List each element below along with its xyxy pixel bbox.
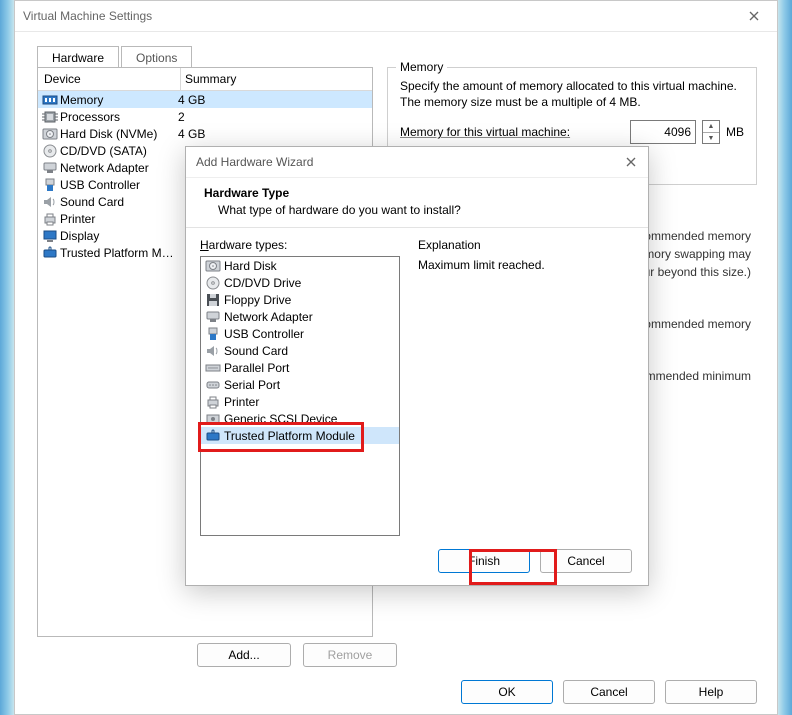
hardware-type-row[interactable]: Network Adapter [201,308,399,325]
memory-input[interactable] [630,120,696,144]
close-icon[interactable] [739,6,769,26]
sound-icon [205,343,221,359]
hardware-type-row[interactable]: Parallel Port [201,359,399,376]
hdd-icon [205,258,221,274]
hardware-type-row[interactable]: Generic SCSI Device [201,410,399,427]
wizard-cancel-button[interactable]: Cancel [540,549,632,573]
hardware-type-row[interactable]: Trusted Platform Module [201,427,399,444]
cd-icon [42,143,58,159]
device-name: Printer [60,212,174,226]
device-name: Display [60,229,174,243]
hardware-type-row[interactable]: Floppy Drive [201,291,399,308]
parallel-icon [205,360,221,376]
printer-icon [205,394,221,410]
device-name: Network Adapter [60,161,174,175]
hdd-icon [42,126,58,142]
usb-icon [42,177,58,193]
network-icon [42,160,58,176]
settings-titlebar: Virtual Machine Settings [15,1,777,32]
device-row[interactable]: Memory4 GB [38,91,372,108]
memory-icon [42,92,58,108]
device-row[interactable]: Processors2 [38,108,372,125]
ok-button[interactable]: OK [461,680,553,704]
hardware-types-list[interactable]: Hard Disk CD/DVD Drive Floppy Drive Network… [200,256,400,536]
hardware-type-row[interactable]: USB Controller [201,325,399,342]
device-name: CD/DVD (SATA) [60,144,174,158]
device-summary: 2 [174,110,372,124]
remove-button: Remove [303,643,397,667]
cd-icon [205,275,221,291]
hardware-type-row[interactable]: Serial Port [201,376,399,393]
device-name: Hard Disk (NVMe) [60,127,174,141]
scsi-icon [205,411,221,427]
sound-icon [42,194,58,210]
tab-options[interactable]: Options [121,46,192,69]
wizard-titlebar: Add Hardware Wizard [186,147,648,178]
wizard-title: Add Hardware Wizard [196,155,313,169]
wizard-sub: What type of hardware do you want to ins… [204,203,630,217]
printer-icon [42,211,58,227]
hardware-type-name: Parallel Port [224,361,289,375]
hardware-type-name: Floppy Drive [224,293,291,307]
memory-legend: Memory [396,60,447,74]
tpm-icon [42,245,58,261]
cpu-icon [42,109,58,125]
hardware-type-name: Trusted Platform Module [224,429,355,443]
device-summary: 4 GB [174,93,372,107]
network-icon [205,309,221,325]
hardware-type-name: CD/DVD Drive [224,276,301,290]
hardware-type-name: Generic SCSI Device [224,412,337,426]
device-row[interactable]: Hard Disk (NVMe)4 GB [38,125,372,142]
device-name: Memory [60,93,174,107]
finish-button[interactable]: Finish [438,549,530,573]
explanation-label: Explanation [418,238,634,252]
hardware-type-name: Serial Port [224,378,280,392]
hardware-type-row[interactable]: Sound Card [201,342,399,359]
cancel-button[interactable]: Cancel [563,680,655,704]
hardware-type-name: Sound Card [224,344,288,358]
display-icon [42,228,58,244]
serial-icon [205,377,221,393]
explanation-text: Maximum limit reached. [418,258,634,272]
add-hardware-wizard: Add Hardware Wizard Hardware Type What t… [185,146,649,586]
tab-hardware[interactable]: Hardware [37,46,119,69]
hardware-type-row[interactable]: CD/DVD Drive [201,274,399,291]
settings-title: Virtual Machine Settings [23,9,152,23]
wizard-close-icon[interactable] [624,155,638,169]
device-name: USB Controller [60,178,174,192]
memory-unit: MB [726,125,744,139]
memory-desc: Specify the amount of memory allocated t… [400,78,744,110]
col-summary[interactable]: Summary [180,68,372,90]
add-button[interactable]: Add... [197,643,291,667]
col-device[interactable]: Device [38,72,180,86]
wizard-heading: Hardware Type [204,186,630,200]
device-summary: 4 GB [174,127,372,141]
hardware-type-name: Printer [224,395,259,409]
hardware-type-name: Hard Disk [224,259,277,273]
device-list-header: Device Summary [38,68,372,91]
usb-icon [205,326,221,342]
hardware-types-label: Hardware types: [200,238,400,252]
device-name: Trusted Platform Mo... [60,246,174,260]
hardware-type-row[interactable]: Printer [201,393,399,410]
device-name: Processors [60,110,174,124]
hardware-type-row[interactable]: Hard Disk [201,257,399,274]
hardware-type-name: USB Controller [224,327,304,341]
hardware-type-name: Network Adapter [224,310,313,324]
tpm-icon [205,428,221,444]
floppy-icon [205,292,221,308]
help-button[interactable]: Help [665,680,757,704]
device-name: Sound Card [60,195,174,209]
memory-spinner[interactable]: ▲▼ [702,120,720,144]
memory-label: Memory for this virtual machine: [400,125,570,139]
